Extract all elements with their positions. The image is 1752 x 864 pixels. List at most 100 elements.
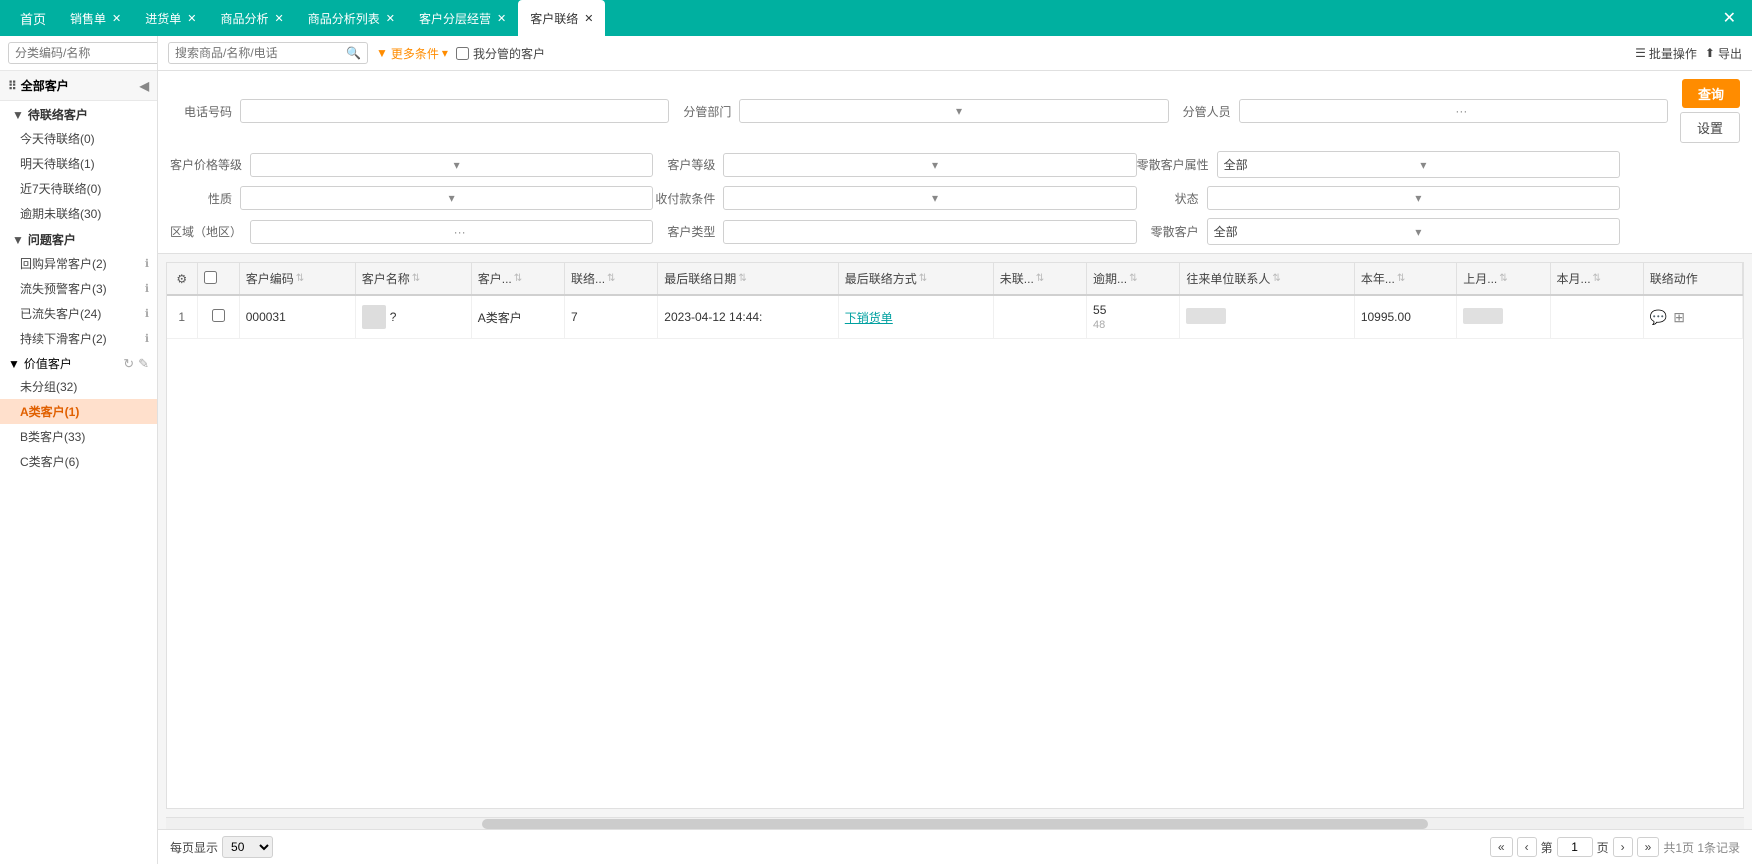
my-customer-checkbox[interactable] <box>456 47 469 60</box>
filter-button[interactable]: ▼ 更多条件 ▾ <box>376 45 448 62</box>
td-check <box>197 295 239 339</box>
filter-region: 区域（地区） ··· <box>170 220 653 244</box>
chevron-down-icon7: ▾ <box>1415 191 1613 205</box>
sidebar-item-c-class[interactable]: C类客户(6) <box>0 449 157 474</box>
filter-customer-type-input[interactable] <box>723 220 1136 244</box>
sidebar-all-customers[interactable]: ⠿ 全部客户 ◀ <box>0 71 157 101</box>
sidebar-item-churned[interactable]: 已流失客户(24) ℹ <box>0 301 157 326</box>
filter-phone-label: 电话号码 <box>170 103 240 120</box>
last-page-button[interactable]: » <box>1637 837 1660 857</box>
th-contact-count[interactable]: 联络...⇅ <box>565 263 658 295</box>
prev-page-button[interactable]: ‹ <box>1517 837 1537 857</box>
sort-icon-method: ⇅ <box>919 273 927 284</box>
edit-icon[interactable]: ✎ <box>138 356 149 372</box>
toolbar-search-icon[interactable]: 🔍 <box>346 46 361 60</box>
nav-tab-customer-contact[interactable]: 客户联络 ✕ <box>518 0 605 36</box>
app-close-button[interactable]: ✕ <box>1715 8 1744 28</box>
sidebar-item-overdue[interactable]: 逾期未联络(30) <box>0 201 157 226</box>
next-page-button[interactable]: › <box>1613 837 1633 857</box>
batch-op-button[interactable]: ☰ 批量操作 <box>1635 45 1697 62</box>
filter-zero-attr-select[interactable]: 全部 ▾ <box>1217 151 1620 178</box>
sidebar-item-declining[interactable]: 持续下滑客户(2) ℹ <box>0 326 157 351</box>
close-tab-customer-contact[interactable]: ✕ <box>584 12 593 25</box>
filter-icon: ▼ <box>376 46 388 60</box>
sort-icon-year: ⇅ <box>1397 273 1405 284</box>
nav-tab-customer-tier[interactable]: 客户分层经营 ✕ <box>407 0 518 36</box>
sidebar-search-input[interactable] <box>8 42 158 64</box>
filter-panel: 电话号码 分管部门 ▾ 分管人员 ··· <box>158 71 1752 254</box>
close-tab-purchase[interactable]: ✕ <box>187 12 196 25</box>
nav-home[interactable]: 首页 <box>8 9 58 28</box>
th-gear[interactable]: ⚙ <box>167 263 197 295</box>
info-icon-declining: ℹ <box>145 332 149 345</box>
name-preview: ? <box>362 305 465 329</box>
td-action: 💬 ⊞ <box>1643 295 1742 339</box>
th-this-year[interactable]: 本年...⇅ <box>1354 263 1456 295</box>
toolbar-search-input[interactable] <box>175 46 346 60</box>
th-code[interactable]: 客户编码⇅ <box>239 263 355 295</box>
first-page-button[interactable]: « <box>1490 837 1513 857</box>
th-overdue[interactable]: 逾期...⇅ <box>1087 263 1180 295</box>
sidebar-item-tomorrow-pending[interactable]: 明天待联络(1) <box>0 151 157 176</box>
chevron-down-icon3: ▾ <box>932 158 1130 172</box>
select-all-checkbox[interactable] <box>204 271 217 284</box>
th-last-contact-method[interactable]: 最后联络方式⇅ <box>838 263 993 295</box>
filter-zero-customer-select[interactable]: 全部 ▾ <box>1207 218 1620 245</box>
filter-dept-select[interactable]: ▾ <box>739 99 1168 123</box>
sidebar-item-b-class[interactable]: B类客户(33) <box>0 424 157 449</box>
message-icon[interactable]: 💬 <box>1650 309 1667 326</box>
filter-region-select[interactable]: ··· <box>250 220 653 244</box>
filter-customer-grade-select[interactable]: ▾ <box>723 153 1136 177</box>
th-customer-type[interactable]: 客户...⇅ <box>471 263 564 295</box>
th-this-month[interactable]: 本月...⇅ <box>1550 263 1643 295</box>
sidebar-value-group: ▼ 价值客户 ↻ ✎ <box>0 351 157 374</box>
filter-price-grade-select[interactable]: ▾ <box>250 153 653 177</box>
table-area: ⚙ 客户编码⇅ 客户名称⇅ 客户...⇅ 联络...⇅ 最后联络日期⇅ 最后联络… <box>166 262 1744 809</box>
row-checkbox[interactable] <box>212 309 225 322</box>
contact-method-link[interactable]: 下销货单 <box>845 311 893 325</box>
td-last-contact-date: 2023-04-12 14:44: <box>658 295 838 339</box>
nav-tab-analysis-list[interactable]: 商品分析列表 ✕ <box>296 0 407 36</box>
nav-tab-analysis[interactable]: 商品分析 ✕ <box>208 0 295 36</box>
refresh-icon[interactable]: ↻ <box>123 356 134 372</box>
sidebar-item-a-class[interactable]: A类客户(1) <box>0 399 157 424</box>
info-icon-repurchase: ℹ <box>145 257 149 270</box>
sort-icon-date: ⇅ <box>738 273 746 284</box>
sidebar-item-7days-pending[interactable]: 近7天待联络(0) <box>0 176 157 201</box>
th-name[interactable]: 客户名称⇅ <box>355 263 471 295</box>
filter-nature-select[interactable]: ▾ <box>240 186 653 210</box>
close-tab-customer-tier[interactable]: ✕ <box>497 12 506 25</box>
filter-payment-select[interactable]: ▾ <box>723 186 1136 210</box>
td-overdue: 55 48 <box>1087 295 1180 339</box>
th-last-contact-date[interactable]: 最后联络日期⇅ <box>658 263 838 295</box>
filter-status-select[interactable]: ▾ <box>1207 186 1620 210</box>
close-tab-analysis-list[interactable]: ✕ <box>386 12 395 25</box>
sidebar-item-today-pending[interactable]: 今天待联络(0) <box>0 126 157 151</box>
gear-icon[interactable]: ⚙ <box>176 272 187 286</box>
settings-button[interactable]: 设置 <box>1680 112 1740 143</box>
filter-manager-select[interactable]: ··· <box>1239 99 1668 123</box>
sidebar-item-churn-warning[interactable]: 流失预警客户(3) ℹ <box>0 276 157 301</box>
sidebar-collapse-icon[interactable]: ◀ <box>140 79 149 93</box>
filter-customer-type: 客户类型 <box>653 220 1136 244</box>
filter-phone: 电话号码 <box>170 99 669 123</box>
close-tab-sales[interactable]: ✕ <box>112 12 121 25</box>
my-customer-checkbox-area[interactable]: 我分管的客户 <box>456 45 545 62</box>
query-button[interactable]: 查询 <box>1682 79 1740 108</box>
filter-payment: 收付款条件 ▾ <box>653 186 1136 210</box>
export-button[interactable]: ⬆ 导出 <box>1705 45 1742 62</box>
th-last-month[interactable]: 上月...⇅ <box>1457 263 1550 295</box>
sidebar-item-ungroup[interactable]: 未分组(32) <box>0 374 157 399</box>
close-tab-analysis[interactable]: ✕ <box>275 12 284 25</box>
nav-tab-purchase[interactable]: 进货单 ✕ <box>133 0 208 36</box>
th-no-contact[interactable]: 未联...⇅ <box>993 263 1086 295</box>
page-number-input[interactable] <box>1557 837 1593 857</box>
th-contact-person[interactable]: 往来单位联系人⇅ <box>1180 263 1355 295</box>
qr-icon[interactable]: ⊞ <box>1673 309 1685 326</box>
horizontal-scrollbar[interactable] <box>166 817 1744 829</box>
sidebar-item-repurchase-abnormal[interactable]: 回购异常客户(2) ℹ <box>0 251 157 276</box>
page-size-select[interactable]: 50 100 200 <box>222 836 273 858</box>
filter-phone-input[interactable] <box>240 99 669 123</box>
arrow-down-icon: ▼ <box>12 108 24 122</box>
nav-tab-sales[interactable]: 销售单 ✕ <box>58 0 133 36</box>
